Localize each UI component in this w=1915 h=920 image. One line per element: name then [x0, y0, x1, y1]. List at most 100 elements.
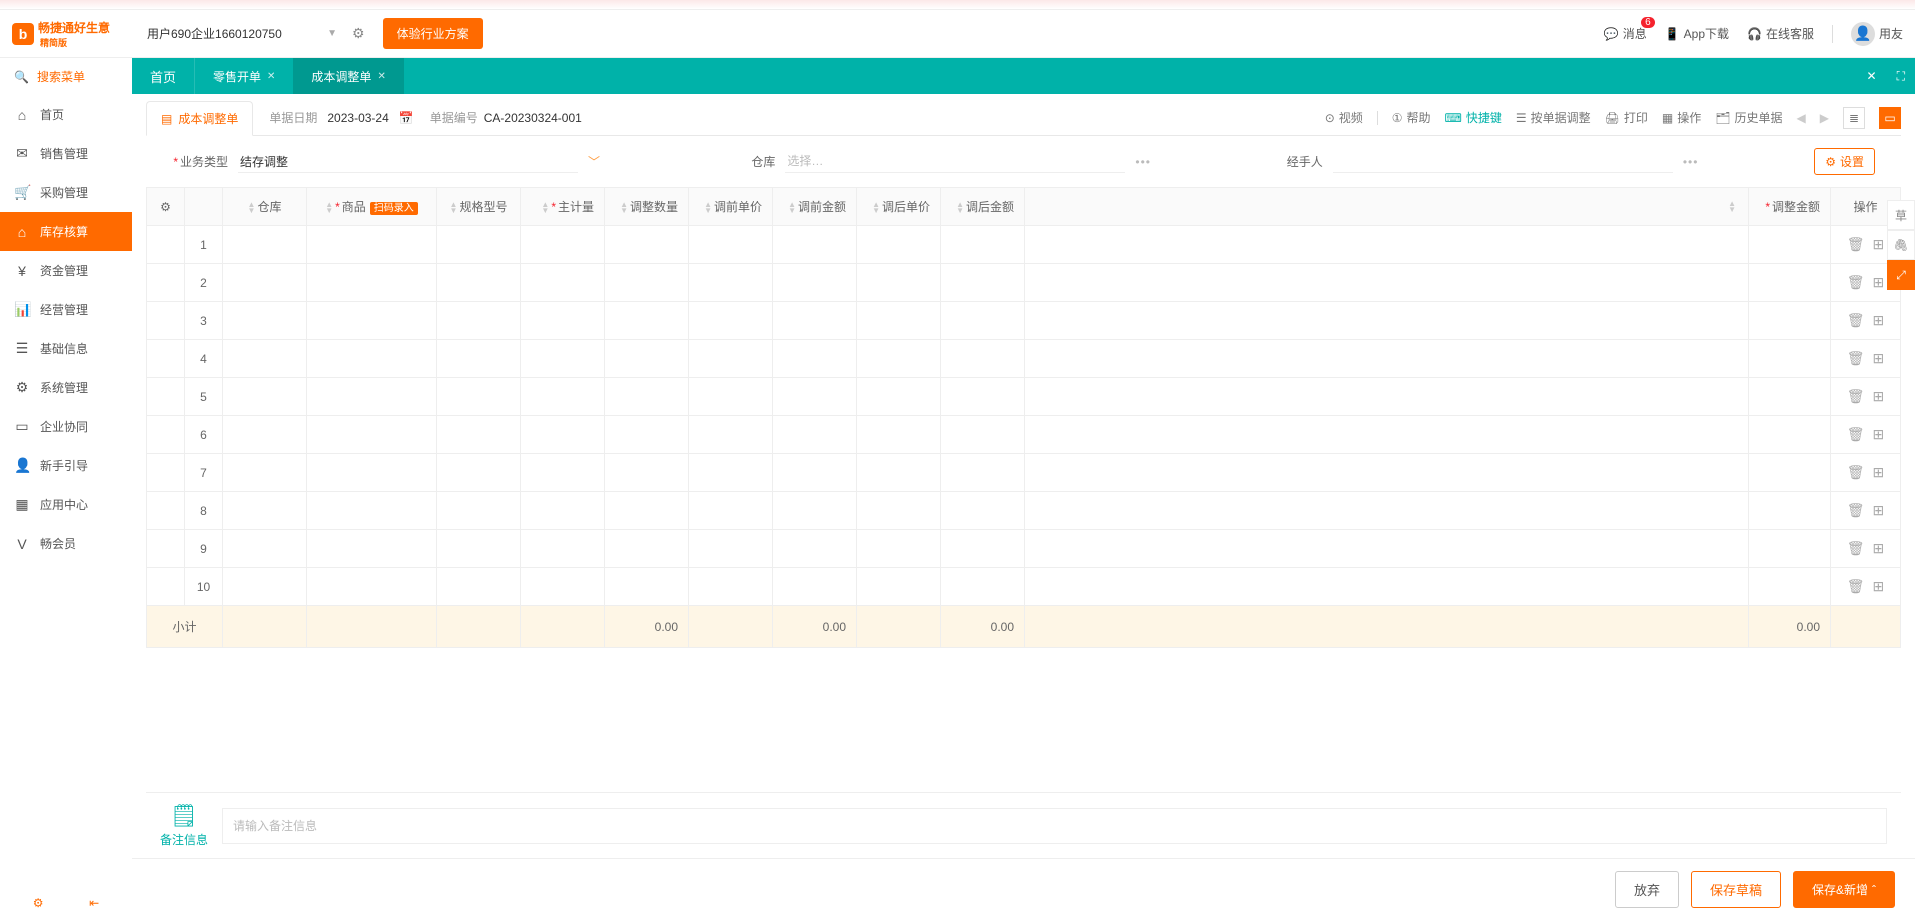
sidebar-item-1[interactable]: ✉销售管理 [0, 134, 132, 173]
messages-badge: 6 [1641, 17, 1655, 28]
close-icon[interactable]: ✕ [267, 71, 275, 82]
sidebar-search[interactable]: 🔍搜索菜单 [0, 58, 132, 95]
add-row-icon[interactable]: ⊞ [1873, 236, 1885, 252]
column-settings-icon[interactable]: ⚙ [147, 188, 185, 226]
save-new-button[interactable]: 保存&新增ˆ [1793, 871, 1895, 908]
operate-link[interactable]: ▦操作 [1662, 109, 1701, 126]
more-icon[interactable]: ••• [1683, 155, 1699, 169]
sidebar-item-7[interactable]: ⚙系统管理 [0, 368, 132, 407]
rail-expand-icon[interactable]: ⤢ [1887, 260, 1915, 290]
sidebar-item-9[interactable]: 👤新手引导 [0, 446, 132, 485]
delete-row-icon[interactable]: 🗑 [1847, 274, 1865, 290]
delete-row-icon[interactable]: 🗑 [1847, 540, 1865, 556]
delete-row-icon[interactable]: 🗑 [1847, 350, 1865, 366]
view-card-button[interactable]: ▭ [1879, 107, 1901, 129]
remark-input[interactable] [222, 808, 1887, 844]
sidebar-item-11[interactable]: V畅会员 [0, 524, 132, 563]
doc-date-input[interactable]: 2023-03-24 [323, 109, 392, 127]
settings-button[interactable]: ⚙设置 [1814, 148, 1875, 175]
sidebar-item-2[interactable]: 🛒采购管理 [0, 173, 132, 212]
help-link[interactable]: ①帮助 [1392, 109, 1431, 126]
warehouse-select[interactable] [785, 150, 1125, 173]
delete-row-icon[interactable]: 🗑 [1847, 578, 1865, 594]
handler-select[interactable] [1333, 150, 1673, 173]
add-row-icon[interactable]: ⊞ [1873, 274, 1885, 290]
add-row-icon[interactable]: ⊞ [1873, 464, 1885, 480]
app-download-link[interactable]: 📱App下载 [1665, 25, 1729, 42]
delete-row-icon[interactable]: 🗑 [1847, 236, 1865, 252]
page-title: 成本调整单 [178, 110, 238, 127]
delete-row-icon[interactable]: 🗑 [1847, 312, 1865, 328]
tab-1[interactable]: 成本调整单✕ [293, 58, 403, 94]
table-row[interactable]: 7🗑⊞ [147, 454, 1901, 492]
tab-home[interactable]: 首页 [132, 58, 195, 94]
table-row[interactable]: 3🗑⊞ [147, 302, 1901, 340]
add-row-icon[interactable]: ⊞ [1873, 426, 1885, 442]
document-icon: ▤ [161, 112, 172, 126]
fullscreen-icon[interactable]: ⛶ [1887, 69, 1915, 84]
view-list-button[interactable]: ≣ [1843, 107, 1865, 129]
add-row-icon[interactable]: ⊞ [1873, 312, 1885, 328]
gear-icon[interactable]: ⚙ [352, 25, 365, 42]
save-draft-button[interactable]: 保存草稿 [1691, 871, 1781, 908]
rail-draft-icon[interactable]: 草 [1887, 200, 1915, 230]
sidebar-icon: V [14, 536, 30, 552]
video-link[interactable]: ⊙视频 [1325, 109, 1363, 126]
table-row[interactable]: 10🗑⊞ [147, 568, 1901, 606]
add-row-icon[interactable]: ⊞ [1873, 502, 1885, 518]
sidebar-item-0[interactable]: ⌂首页 [0, 95, 132, 134]
sidebar-item-6[interactable]: ☰基础信息 [0, 329, 132, 368]
try-industry-button[interactable]: 体验行业方案 [383, 18, 483, 49]
tenant-selector[interactable]: 用户690企业1660120750 ▼ [142, 20, 342, 47]
delete-row-icon[interactable]: 🗑 [1847, 502, 1865, 518]
close-icon[interactable]: ✕ [377, 71, 385, 82]
gear-icon: ⚙ [1825, 155, 1836, 169]
user-menu[interactable]: 👤用友 [1851, 22, 1903, 46]
sidebar-icon: 👤 [14, 457, 30, 474]
messages-link[interactable]: 💬消息 6 [1604, 25, 1647, 42]
sidebar-item-4[interactable]: ¥资金管理 [0, 251, 132, 290]
more-icon[interactable]: ••• [1135, 155, 1151, 169]
business-type-select[interactable] [238, 150, 578, 173]
calendar-icon[interactable]: 📅 [399, 111, 414, 125]
prev-doc-icon[interactable]: ◀ [1797, 111, 1806, 125]
scan-entry-button[interactable]: 扫码录入 [370, 202, 418, 215]
table-row[interactable]: 9🗑⊞ [147, 530, 1901, 568]
adjust-by-doc-link[interactable]: ☰按单据调整 [1516, 109, 1591, 126]
rail-attachment-icon[interactable]: 🖇 [1887, 230, 1915, 260]
sidebar-item-8[interactable]: ▭企业协同 [0, 407, 132, 446]
history-link[interactable]: 🗂历史单据 [1715, 109, 1782, 126]
table-row[interactable]: 1🗑⊞ [147, 226, 1901, 264]
add-row-icon[interactable]: ⊞ [1873, 350, 1885, 366]
chevron-down-icon[interactable]: ﹀ [588, 153, 600, 170]
online-support-link[interactable]: 🎧在线客服 [1747, 25, 1814, 42]
delete-row-icon[interactable]: 🗑 [1847, 426, 1865, 442]
sidebar-item-3[interactable]: ⌂库存核算 [0, 212, 132, 251]
close-tab-icon[interactable]: ✕ [1857, 69, 1887, 83]
avatar: 👤 [1851, 22, 1875, 46]
discard-button[interactable]: 放弃 [1615, 871, 1679, 908]
add-row-icon[interactable]: ⊞ [1873, 540, 1885, 556]
add-row-icon[interactable]: ⊞ [1873, 388, 1885, 404]
table-row[interactable]: 2🗑⊞ [147, 264, 1901, 302]
chevron-up-icon: ˆ [1872, 883, 1876, 897]
history-icon: 🗂 [1715, 111, 1730, 125]
delete-row-icon[interactable]: 🗑 [1847, 388, 1865, 404]
settings-icon[interactable]: ⚙ [33, 896, 44, 910]
sidebar-item-5[interactable]: 📊经营管理 [0, 290, 132, 329]
doc-number: CA-20230324-001 [484, 111, 582, 125]
table-row[interactable]: 8🗑⊞ [147, 492, 1901, 530]
table-row[interactable]: 5🗑⊞ [147, 378, 1901, 416]
headset-icon: 🎧 [1747, 27, 1762, 41]
print-link[interactable]: 🖨打印 [1605, 109, 1648, 126]
collapse-icon[interactable]: ⇤ [89, 896, 99, 910]
subtotal-label: 小计 [147, 606, 223, 648]
sidebar-item-10[interactable]: ▦应用中心 [0, 485, 132, 524]
table-row[interactable]: 4🗑⊞ [147, 340, 1901, 378]
next-doc-icon[interactable]: ▶ [1820, 111, 1829, 125]
tab-0[interactable]: 零售开单✕ [195, 58, 293, 94]
hotkey-link[interactable]: ⌨快捷键 [1445, 109, 1502, 126]
delete-row-icon[interactable]: 🗑 [1847, 464, 1865, 480]
table-row[interactable]: 6🗑⊞ [147, 416, 1901, 454]
add-row-icon[interactable]: ⊞ [1873, 578, 1885, 594]
